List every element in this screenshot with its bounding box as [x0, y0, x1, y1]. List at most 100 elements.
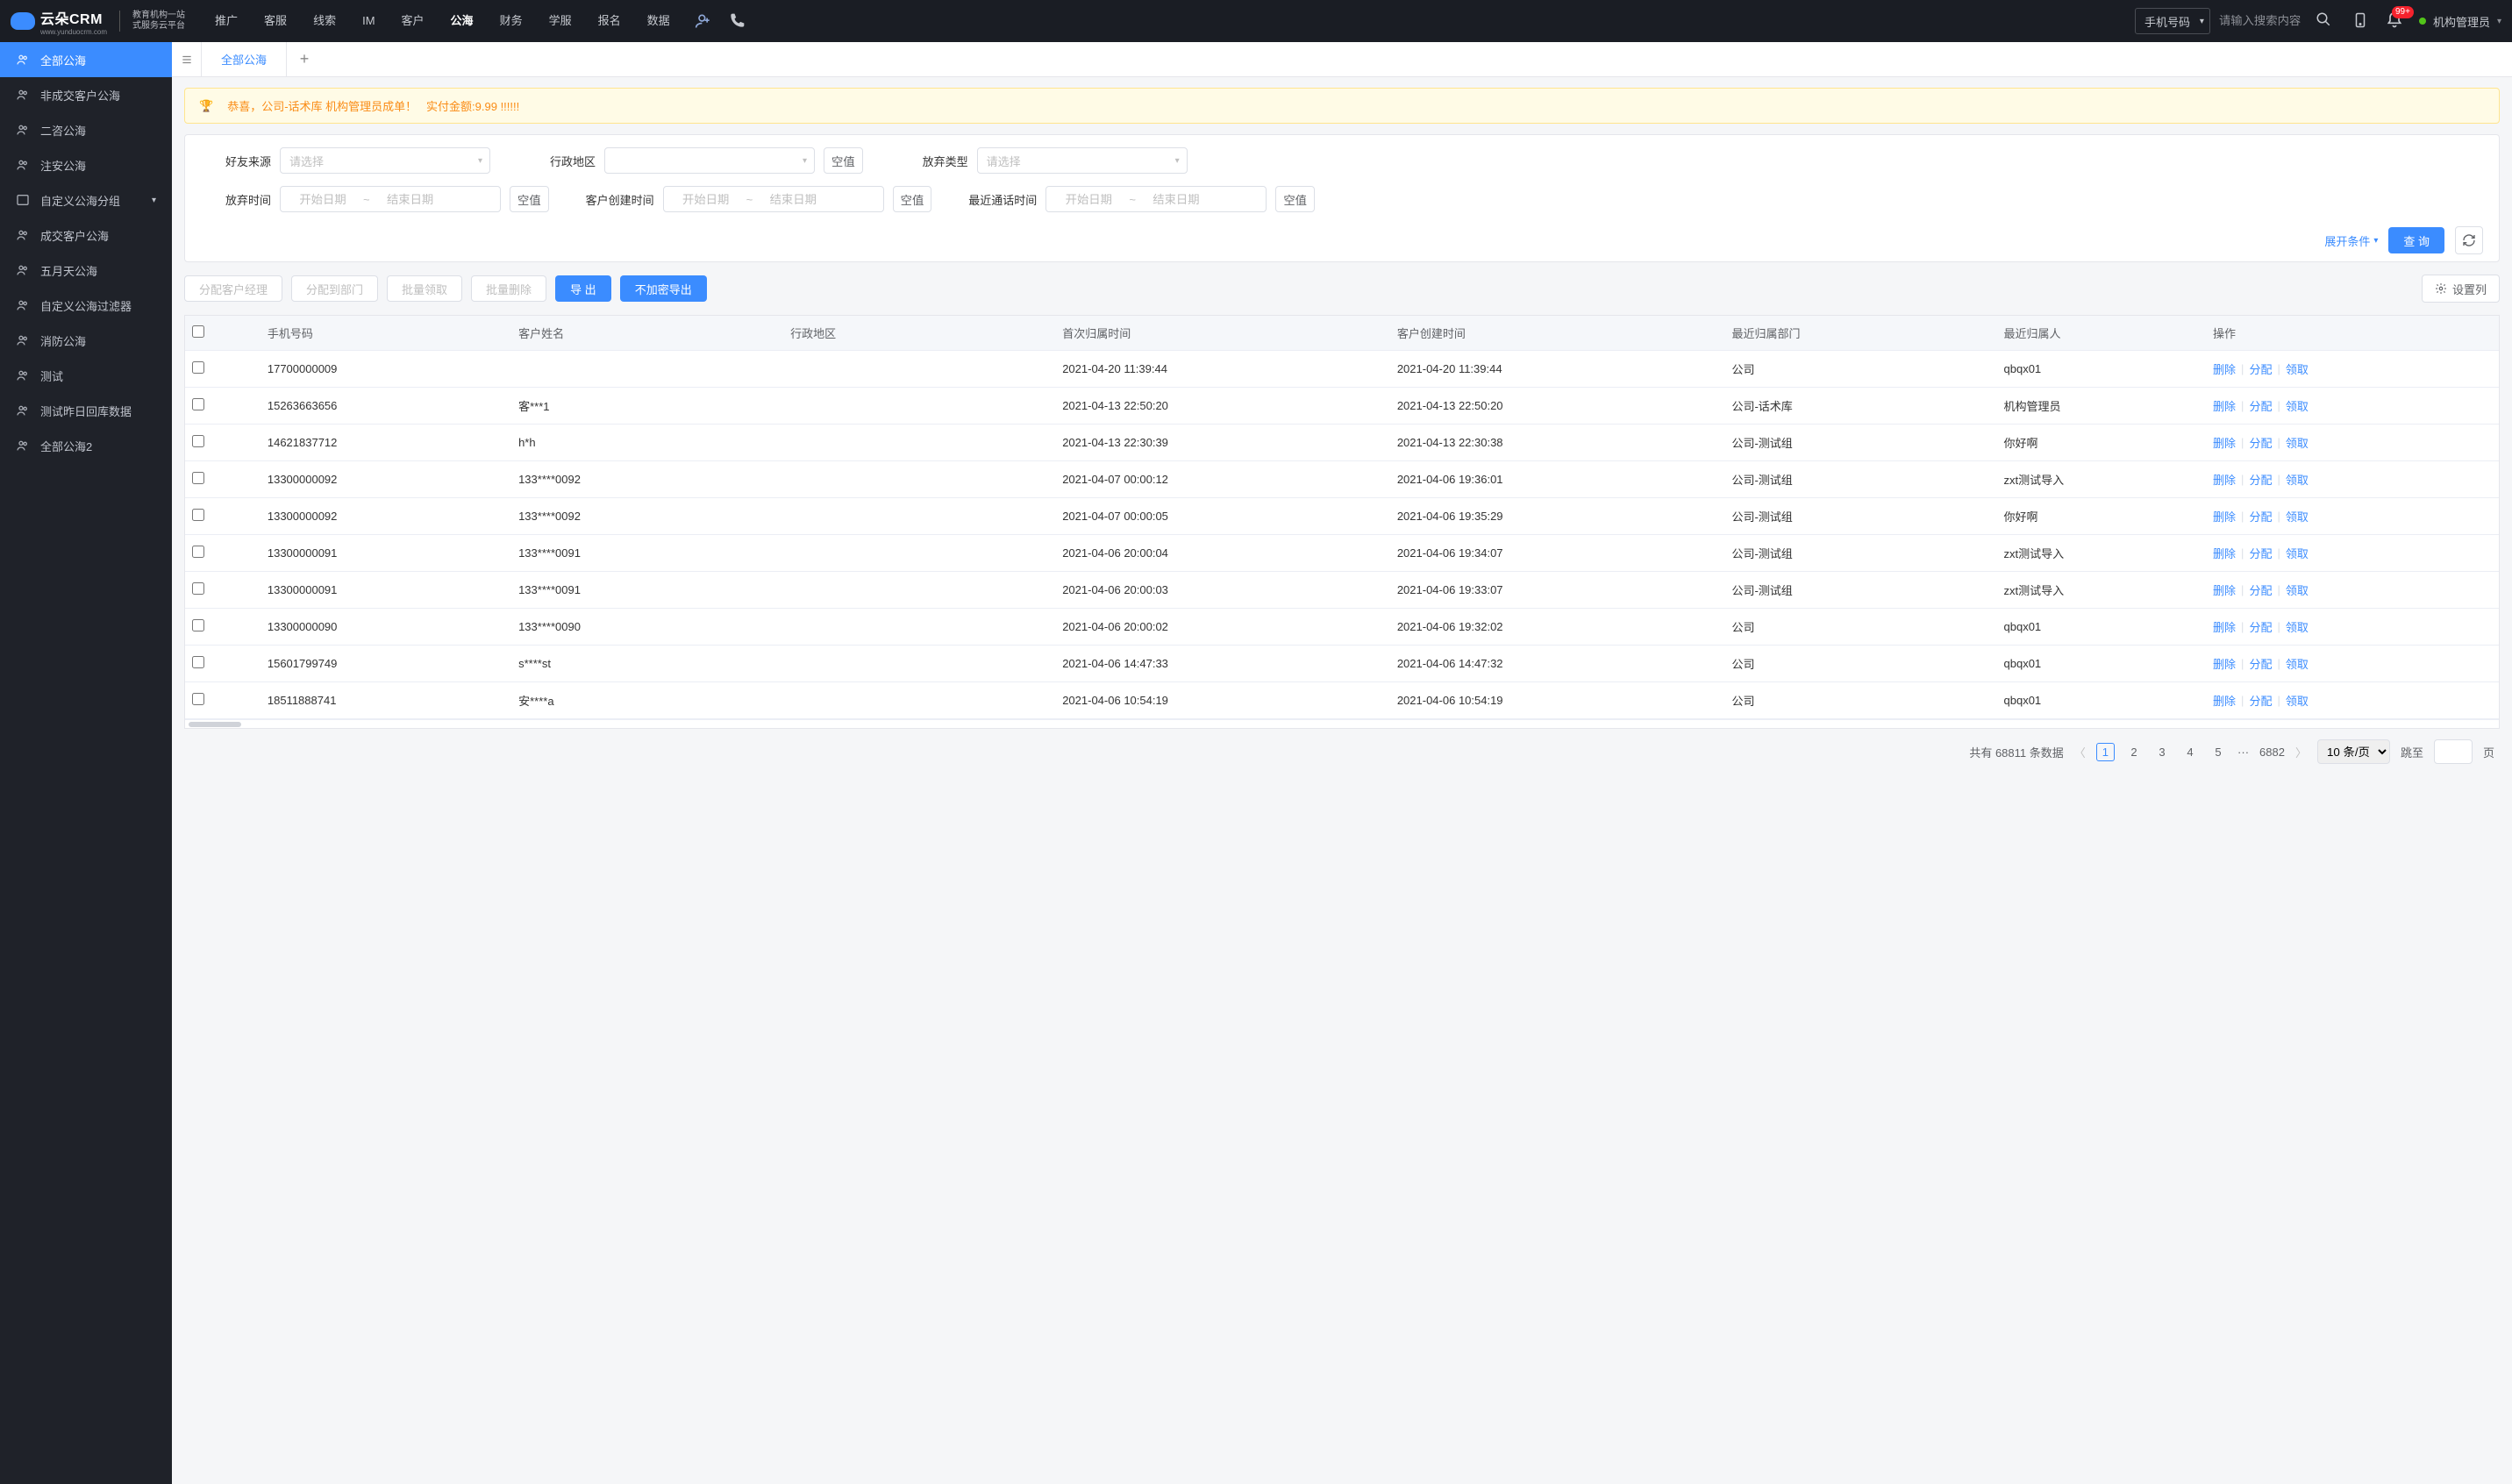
nav-item[interactable]: 客户	[389, 0, 437, 42]
mobile-icon[interactable]	[2352, 11, 2368, 32]
start-date-input[interactable]	[288, 193, 358, 206]
sidebar-item[interactable]: 非成交客户公海	[0, 77, 172, 112]
row-assign-link[interactable]: 分配	[2249, 581, 2272, 598]
prev-page-button[interactable]: 〈	[2074, 744, 2086, 760]
sidebar-item[interactable]: 消防公海	[0, 323, 172, 358]
page-number[interactable]: 4	[2181, 746, 2199, 759]
filter-select[interactable]	[604, 147, 815, 174]
row-claim-link[interactable]: 领取	[2286, 471, 2309, 488]
row-delete-link[interactable]: 删除	[2213, 397, 2236, 414]
row-claim-link[interactable]: 领取	[2286, 434, 2309, 451]
date-range[interactable]: ~	[1045, 186, 1267, 212]
row-checkbox[interactable]	[192, 546, 204, 558]
empty-value-button[interactable]: 空值	[893, 186, 932, 212]
batch-claim-button[interactable]: 批量领取	[387, 275, 462, 302]
row-assign-link[interactable]: 分配	[2249, 618, 2272, 635]
nav-item[interactable]: 客服	[252, 0, 299, 42]
row-claim-link[interactable]: 领取	[2286, 581, 2309, 598]
batch-delete-button[interactable]: 批量删除	[471, 275, 546, 302]
page-number[interactable]: 1	[2096, 743, 2115, 761]
last-page-button[interactable]: 6882	[2259, 746, 2285, 759]
row-claim-link[interactable]: 领取	[2286, 692, 2309, 709]
assign-manager-button[interactable]: 分配客户经理	[184, 275, 282, 302]
row-assign-link[interactable]: 分配	[2249, 692, 2272, 709]
nav-item[interactable]: IM	[350, 0, 387, 42]
row-checkbox[interactable]	[192, 619, 204, 631]
nav-item[interactable]: 线索	[301, 0, 348, 42]
sidebar-item[interactable]: 自定义公海分组▾	[0, 182, 172, 218]
row-claim-link[interactable]: 领取	[2286, 360, 2309, 377]
row-checkbox[interactable]	[192, 361, 204, 374]
assign-dept-button[interactable]: 分配到部门	[291, 275, 378, 302]
page-number[interactable]: 3	[2153, 746, 2171, 759]
row-assign-link[interactable]: 分配	[2249, 434, 2272, 451]
empty-value-button[interactable]: 空值	[510, 186, 549, 212]
nav-item[interactable]: 推广	[203, 0, 250, 42]
nav-item[interactable]: 报名	[586, 0, 633, 42]
expand-filters-link[interactable]: 展开条件 ▾	[2324, 232, 2378, 249]
end-date-input[interactable]	[375, 193, 446, 206]
row-claim-link[interactable]: 领取	[2286, 618, 2309, 635]
nav-item[interactable]: 公海	[439, 0, 486, 42]
select-all-checkbox[interactable]	[192, 325, 204, 338]
nav-item[interactable]: 数据	[635, 0, 682, 42]
sidebar-item[interactable]: 全部公海	[0, 42, 172, 77]
row-checkbox[interactable]	[192, 656, 204, 668]
row-checkbox[interactable]	[192, 693, 204, 705]
notification-icon[interactable]: 99+	[2386, 11, 2403, 32]
row-delete-link[interactable]: 删除	[2213, 360, 2236, 377]
add-tab-button[interactable]: +	[287, 42, 322, 76]
sidebar-item[interactable]: 二咨公海	[0, 112, 172, 147]
filter-select[interactable]: 请选择	[977, 147, 1188, 174]
set-columns-button[interactable]: 设置列	[2422, 275, 2500, 303]
collapse-sidebar-button[interactable]	[172, 42, 202, 76]
nav-item[interactable]: 财务	[488, 0, 535, 42]
user-menu[interactable]: 机构管理员 ▾	[2419, 13, 2501, 30]
empty-value-button[interactable]: 空值	[1275, 186, 1315, 212]
search-icon[interactable]	[2316, 11, 2331, 30]
page-size-select[interactable]: 10 条/页	[2317, 739, 2390, 764]
row-checkbox[interactable]	[192, 472, 204, 484]
refresh-button[interactable]	[2455, 226, 2483, 254]
row-delete-link[interactable]: 删除	[2213, 618, 2236, 635]
jump-page-input[interactable]	[2434, 739, 2473, 764]
row-checkbox[interactable]	[192, 582, 204, 595]
row-checkbox[interactable]	[192, 509, 204, 521]
add-user-icon[interactable]	[695, 12, 712, 30]
end-date-input[interactable]	[758, 193, 828, 206]
export-plain-button[interactable]: 不加密导出	[620, 275, 707, 302]
nav-item[interactable]: 学服	[537, 0, 584, 42]
filter-select[interactable]: 请选择	[280, 147, 490, 174]
search-type-select[interactable]: 手机号码	[2135, 8, 2210, 34]
sidebar-item[interactable]: 全部公海2	[0, 428, 172, 463]
end-date-input[interactable]	[1141, 193, 1211, 206]
horizontal-scrollbar[interactable]	[185, 719, 2499, 728]
page-number[interactable]: 5	[2209, 746, 2227, 759]
row-assign-link[interactable]: 分配	[2249, 545, 2272, 561]
row-claim-link[interactable]: 领取	[2286, 545, 2309, 561]
row-delete-link[interactable]: 删除	[2213, 545, 2236, 561]
row-claim-link[interactable]: 领取	[2286, 508, 2309, 524]
row-checkbox[interactable]	[192, 435, 204, 447]
sidebar-item[interactable]: 自定义公海过滤器	[0, 288, 172, 323]
sidebar-item[interactable]: 测试	[0, 358, 172, 393]
query-button[interactable]: 查 询	[2388, 227, 2444, 253]
row-assign-link[interactable]: 分配	[2249, 397, 2272, 414]
phone-icon[interactable]	[728, 12, 746, 30]
page-number[interactable]: 2	[2125, 746, 2143, 759]
next-page-button[interactable]: 〉	[2295, 744, 2307, 760]
tab-all-public[interactable]: 全部公海	[202, 42, 287, 76]
start-date-input[interactable]	[1053, 193, 1124, 206]
row-delete-link[interactable]: 删除	[2213, 508, 2236, 524]
row-assign-link[interactable]: 分配	[2249, 471, 2272, 488]
row-assign-link[interactable]: 分配	[2249, 655, 2272, 672]
sidebar-item[interactable]: 成交客户公海	[0, 218, 172, 253]
row-assign-link[interactable]: 分配	[2249, 360, 2272, 377]
row-claim-link[interactable]: 领取	[2286, 397, 2309, 414]
row-delete-link[interactable]: 删除	[2213, 434, 2236, 451]
sidebar-item[interactable]: 五月天公海	[0, 253, 172, 288]
row-delete-link[interactable]: 删除	[2213, 655, 2236, 672]
row-delete-link[interactable]: 删除	[2213, 471, 2236, 488]
search-input[interactable]	[2219, 8, 2316, 34]
date-range[interactable]: ~	[280, 186, 501, 212]
